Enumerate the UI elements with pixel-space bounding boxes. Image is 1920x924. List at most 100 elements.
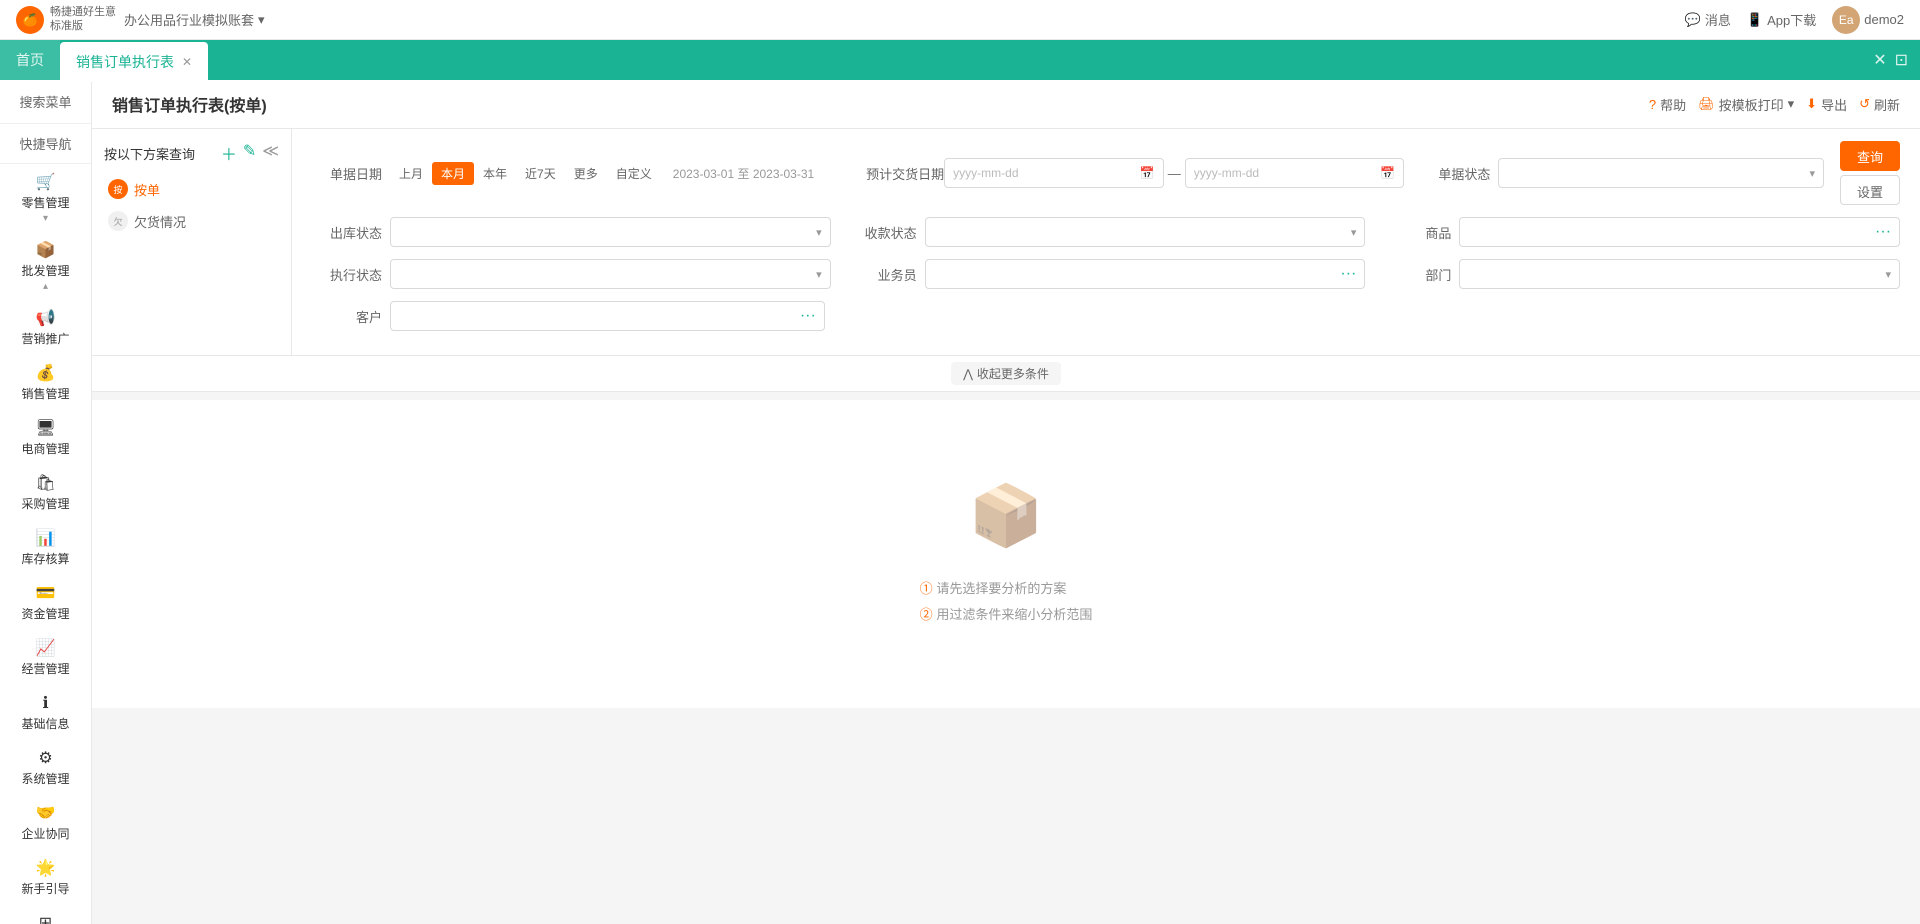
filter-panel: 按以下方案查询 ＋ ✎ ≪ 按 按单 欠: [92, 129, 1920, 356]
goods-more-icon[interactable]: ···: [1875, 223, 1891, 241]
download-icon: 📱: [1747, 12, 1763, 28]
window-close-button[interactable]: ✕: [1873, 50, 1886, 70]
filter-row-1: 单据日期 上月 本月 本年 近7天 更多 自定义 2023-03-01 至 20…: [312, 141, 1900, 205]
goods-field: 商品 ···: [1381, 217, 1900, 247]
export-icon: ⬇: [1806, 96, 1817, 112]
expected-date-end[interactable]: yyyy-mm-dd 📅: [1185, 158, 1405, 188]
sidebar-item-basic-info[interactable]: ℹ 基础信息: [0, 685, 91, 740]
search-menu-button[interactable]: 搜索菜单: [8, 88, 83, 115]
tab-sales-order-exec[interactable]: 销售订单执行表 ✕: [60, 42, 208, 82]
empty-line1: ① 请先选择要分析的方案: [920, 576, 1093, 602]
ecommerce-icon: 🖥: [35, 418, 55, 438]
department-field: 部门 ▾: [1381, 259, 1900, 289]
sidebar-item-new-guide[interactable]: 🌟 新手引导: [0, 850, 91, 905]
sales-icon: 💰: [36, 363, 56, 383]
form-buttons: 查询 设置: [1840, 141, 1900, 205]
logo-area: 🍊 畅捷通好生意 标准版: [16, 6, 116, 34]
collapse-bar-inner: ⋀ 收起更多条件: [951, 362, 1061, 385]
department-select[interactable]: ▾: [1459, 259, 1900, 289]
sidebar-item-finance[interactable]: 💳 资金管理: [0, 575, 91, 630]
date-tab-this-year[interactable]: 本年: [474, 162, 516, 185]
salesperson-input[interactable]: ···: [925, 259, 1366, 289]
top-bar-right: 💬 消息 📱 App下载 Ea demo2: [1685, 6, 1904, 34]
goods-input[interactable]: ···: [1459, 217, 1900, 247]
filter-scheme-by-order[interactable]: 按 按单: [104, 173, 279, 205]
status-select[interactable]: ▾: [1498, 158, 1824, 188]
filter-sidebar-actions: ＋ ✎ ≪: [221, 141, 279, 165]
refresh-icon: ↺: [1859, 96, 1870, 112]
salesperson-label: 业务员: [847, 265, 917, 284]
receipt-status-select[interactable]: ▾: [925, 217, 1366, 247]
user-menu[interactable]: Ea demo2: [1832, 6, 1904, 34]
receipt-status-arrow: ▾: [1351, 226, 1357, 239]
help-button[interactable]: ? 帮助: [1649, 95, 1686, 114]
date-tab-last-month[interactable]: 上月: [390, 162, 432, 185]
sidebar-item-sys-mgmt[interactable]: ⚙ 系统管理: [0, 740, 91, 795]
avatar: Ea: [1832, 6, 1860, 34]
date-tabs: 上月 本月 本年 近7天 更多 自定义: [390, 162, 661, 185]
tab-home[interactable]: 首页: [0, 40, 60, 80]
sidebar-item-enterprise-coop[interactable]: 🤝 企业协同: [0, 795, 91, 850]
expected-date-field: 预计交货日期 yyyy-mm-dd 📅 — yyyy-mm-dd 📅: [866, 158, 1404, 188]
sidebar-item-inventory[interactable]: 📊 库存核算: [0, 520, 91, 575]
quick-nav-button[interactable]: 快捷导航: [0, 128, 91, 159]
exec-status-select[interactable]: ▾: [390, 259, 831, 289]
wholesale-icon: 📦: [36, 240, 56, 260]
collapse-bar[interactable]: ⋀ 收起更多条件: [92, 356, 1920, 392]
sidebar-item-marketing[interactable]: 📢 营销推广: [0, 300, 91, 355]
out-status-arrow: ▾: [816, 226, 822, 239]
window-maximize-button[interactable]: ⊡: [1895, 50, 1908, 70]
sidebar-item-ecommerce[interactable]: 🖥 电商管理: [0, 410, 91, 465]
date-separator: —: [1168, 166, 1181, 181]
sidebar-item-retail-mgmt[interactable]: 🛒 零售管理 ▾: [0, 164, 91, 232]
tab-close-button[interactable]: ✕: [182, 55, 192, 69]
add-scheme-button[interactable]: ＋: [221, 141, 237, 165]
customer-input[interactable]: ···: [390, 301, 825, 331]
expected-date-start[interactable]: yyyy-mm-dd 📅: [944, 158, 1164, 188]
calendar-icon: 📅: [1140, 166, 1155, 180]
filter-form: 单据日期 上月 本月 本年 近7天 更多 自定义 2023-03-01 至 20…: [292, 129, 1920, 355]
sidebar-item-purchase[interactable]: 🛍 采购管理: [0, 465, 91, 520]
sidebar-item-wholesale-mgmt[interactable]: 📦 批发管理 ▴: [0, 232, 91, 300]
message-button[interactable]: 💬 消息: [1685, 10, 1731, 29]
collapse-sidebar-button[interactable]: ≪: [262, 141, 279, 165]
filter-row-2: 出库状态 ▾ 收款状态 ▾ 商品: [312, 217, 1900, 247]
receipt-status-label: 收款状态: [847, 223, 917, 242]
settings-button[interactable]: 设置: [1840, 175, 1900, 205]
logo-icon: 🍊: [16, 6, 44, 34]
print-button[interactable]: 🖨 按模板打印 ▾: [1698, 95, 1794, 114]
date-tab-more[interactable]: 更多: [565, 162, 607, 185]
settings-icon: ⚙: [38, 748, 52, 768]
sidebar-item-ops[interactable]: 📈 经营管理: [0, 630, 91, 685]
ops-icon: 📈: [36, 638, 56, 658]
page-actions: ? 帮助 🖨 按模板打印 ▾ ⬇ 导出 ↺ 刷新: [1649, 95, 1900, 114]
tab-bar-actions: ✕ ⊡: [1861, 50, 1920, 70]
app-selector[interactable]: 办公用品行业模拟账套 ▾: [124, 10, 265, 29]
date-field: 单据日期 上月 本月 本年 近7天 更多 自定义 2023-03-01 至 20…: [312, 162, 850, 185]
edit-scheme-button[interactable]: ✎: [243, 141, 256, 165]
date-label: 单据日期: [312, 164, 382, 183]
out-status-field: 出库状态 ▾: [312, 217, 831, 247]
out-status-select[interactable]: ▾: [390, 217, 831, 247]
date-tab-custom[interactable]: 自定义: [607, 162, 661, 185]
filter-scheme-by-debt[interactable]: 欠 欠货情况: [104, 205, 279, 237]
sidebar-item-sales-mgmt[interactable]: 💰 销售管理: [0, 355, 91, 410]
print-icon: 🖨: [1698, 96, 1715, 112]
by-debt-icon: 欠: [108, 211, 128, 231]
date-tab-this-month[interactable]: 本月: [432, 162, 474, 185]
refresh-button[interactable]: ↺ 刷新: [1859, 95, 1900, 114]
collapse-up-icon: ⋀: [963, 367, 973, 381]
search-button[interactable]: 查询: [1840, 141, 1900, 171]
salesperson-more-icon[interactable]: ···: [1340, 265, 1356, 283]
app-download-button[interactable]: 📱 App下载: [1747, 10, 1816, 29]
sidebar-item-app-center[interactable]: ⊞ 应用中心: [0, 905, 91, 924]
date-tab-7days[interactable]: 近7天: [516, 162, 565, 185]
chevron-up-icon: ▴: [43, 281, 48, 292]
finance-icon: 💳: [36, 583, 56, 603]
customer-more-icon[interactable]: ···: [800, 307, 816, 325]
inventory-icon: 📊: [36, 528, 56, 548]
export-button[interactable]: ⬇ 导出: [1806, 95, 1847, 114]
guide-icon: 🌟: [36, 858, 56, 878]
filter-sidebar: 按以下方案查询 ＋ ✎ ≪ 按 按单 欠: [92, 129, 292, 355]
logo-text: 畅捷通好生意 标准版: [50, 6, 116, 32]
